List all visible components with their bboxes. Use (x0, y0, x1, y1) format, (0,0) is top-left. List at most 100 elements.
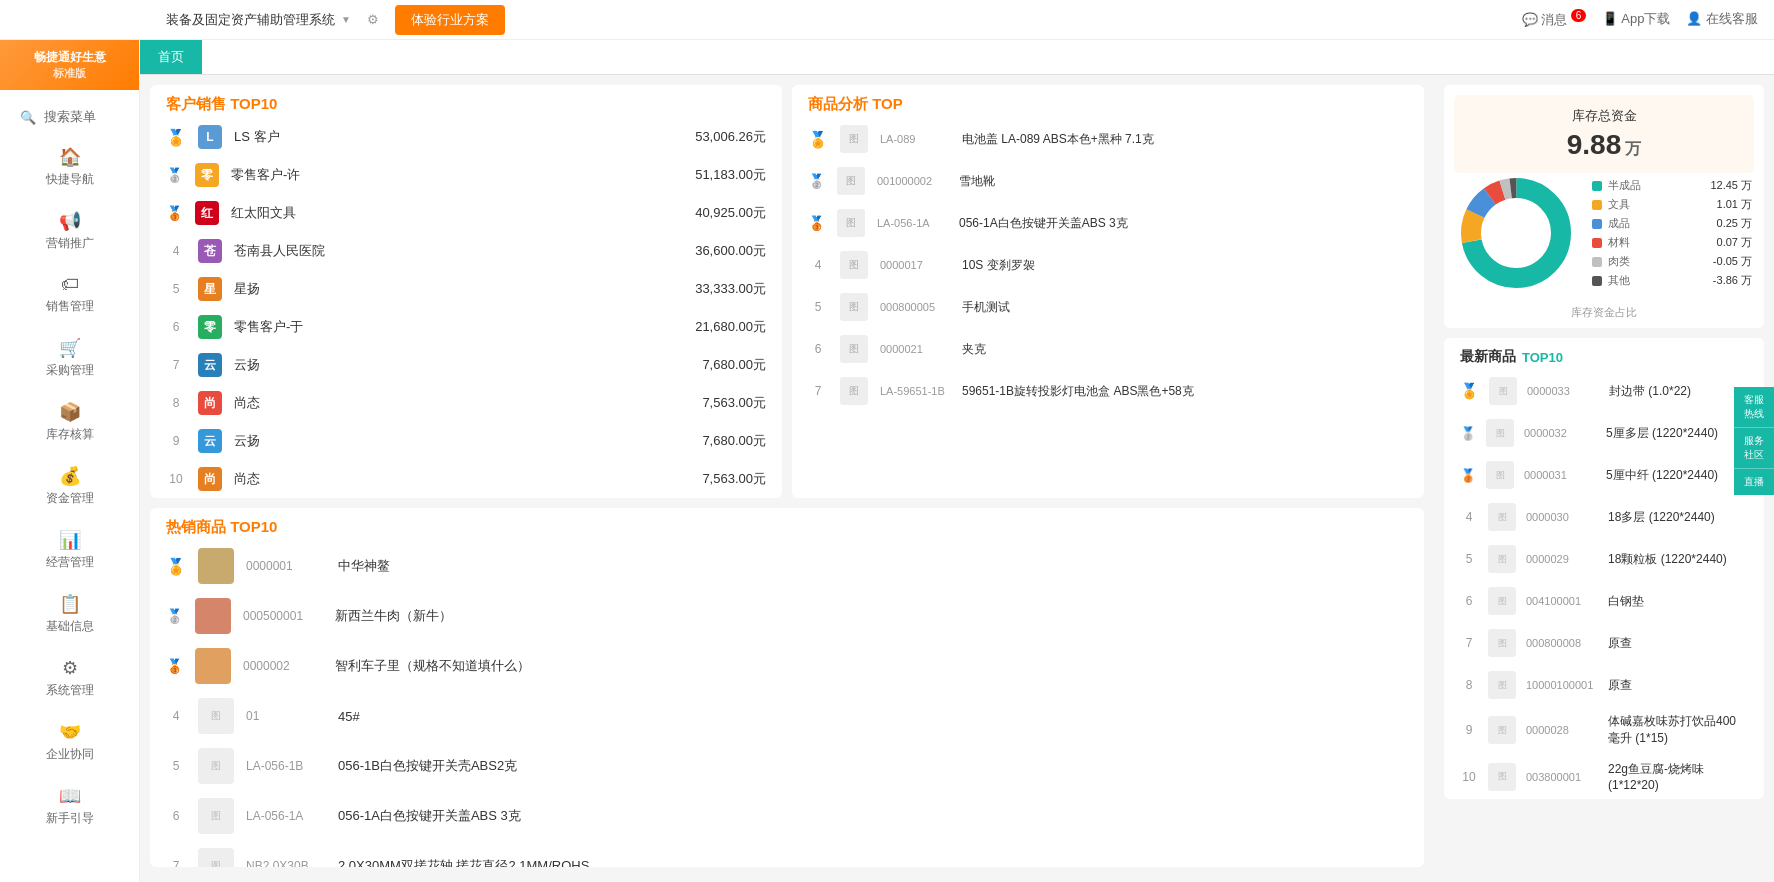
online-service-button[interactable]: 👤 在线客服 (1686, 10, 1758, 28)
sidebar-item-finance[interactable]: 💰 资金管理 (8, 455, 131, 517)
sidebar-item-quick-nav[interactable]: 🏠 快捷导航 (8, 136, 131, 198)
customer-row-2[interactable]: 🥈 零 零售客户-许 51,183.00元 (150, 156, 782, 194)
customer-row-10[interactable]: 10 尚 尚态 7,563.00元 (150, 460, 782, 498)
sidebar-search-label: 搜索菜单 (44, 108, 96, 126)
latest-name-2: 5厘多层 (1220*2440) (1606, 425, 1748, 442)
top-row: 客户销售 TOP10 🏅 L LS 客户 53,006.26元 (150, 85, 1424, 498)
sidebar-item-operations[interactable]: 📊 经营管理 (8, 519, 131, 581)
hot-row-6[interactable]: 6 图 LA-056-1A 056-1A白色按键开关盖ABS 3克 (150, 791, 1424, 841)
latest-row-8[interactable]: 8 图 10000100001 原查 (1444, 664, 1764, 706)
latest-row-5[interactable]: 5 图 0000029 18颗粒板 (1220*2440) (1444, 538, 1764, 580)
float-btn-live[interactable]: 直播 (1734, 469, 1774, 495)
latest-row-7[interactable]: 7 图 000800008 原查 (1444, 622, 1764, 664)
product-row-7[interactable]: 7 图 LA-59651-1B 59651-1B旋转投影灯电池盒 ABS黑色+5… (792, 370, 1424, 412)
latest-row-6[interactable]: 6 图 004100001 白钢垫 (1444, 580, 1764, 622)
latest-row-9[interactable]: 9 图 0000028 体碱嘉枚味苏打饮品400毫升 (1*15) (1444, 706, 1764, 754)
hot-row-1[interactable]: 🏅 0000001 中华神鳌 (150, 541, 1424, 591)
latest-row-4[interactable]: 4 图 0000030 18多层 (1220*2440) (1444, 496, 1764, 538)
sidebar-search[interactable]: 🔍 搜索菜单 (8, 100, 131, 134)
sidebar-item-system[interactable]: ⚙ 系统管理 (8, 647, 131, 709)
customer-top10-card: 客户销售 TOP10 🏅 L LS 客户 53,006.26元 (150, 85, 782, 498)
trial-button[interactable]: 体验行业方案 (395, 5, 505, 35)
prod-img-4: 图 (840, 251, 868, 279)
inventory-value-row: 9.88 万 (1567, 129, 1642, 161)
sidebar-item-label: 新手引导 (46, 810, 94, 827)
cooperation-icon: 🤝 (59, 721, 81, 743)
customer-amount-6: 21,680.00元 (695, 318, 766, 336)
hot-row-5[interactable]: 5 图 LA-056-1B 056-1B白色按键开关壳ABS2克 (150, 741, 1424, 791)
sidebar-item-guide[interactable]: 📖 新手引导 (8, 775, 131, 837)
prod-code-5: 000800005 (880, 301, 950, 313)
customer-row-3[interactable]: 🥉 红 红太阳文具 40,925.00元 (150, 194, 782, 232)
brand-line1: 畅捷通好生意 (34, 50, 106, 66)
float-btn-service[interactable]: 客服热线 (1734, 387, 1774, 428)
latest-row-10[interactable]: 10 图 003800001 22g鱼豆腐-烧烤味 (1*12*20) (1444, 754, 1764, 799)
latest-name-6: 白钢垫 (1608, 593, 1748, 610)
legend-value-5: -0.05 万 (1692, 254, 1752, 269)
latest-code-5: 0000029 (1526, 553, 1598, 565)
sidebar-item-sales[interactable]: 🏷 销售管理 (8, 264, 131, 325)
prod-medal-2: 🥈 (808, 173, 825, 189)
customer-row-5[interactable]: 5 星 星扬 33,333.00元 (150, 270, 782, 308)
customer-badge-4: 苍 (198, 239, 222, 263)
customer-row-1[interactable]: 🏅 L LS 客户 53,006.26元 (150, 118, 782, 156)
inventory-card: 库存总资金 9.88 万 (1444, 85, 1764, 328)
online-service-label: 在线客服 (1706, 11, 1758, 26)
latest-row-3[interactable]: 🥉 图 0000031 5厘中纤 (1220*2440) (1444, 454, 1764, 496)
topbar-left: 装备及固定资产辅助管理系统 ▼ ⚙ 体验行业方案 (16, 5, 505, 35)
message-button[interactable]: 💬 消息 6 (1522, 10, 1587, 29)
sidebar-item-basic-info[interactable]: 📋 基础信息 (8, 583, 131, 645)
latest-code-10: 003800001 (1526, 771, 1598, 783)
basic-info-icon: 📋 (59, 593, 81, 615)
customer-badge-6: 零 (198, 315, 222, 339)
customer-row-6[interactable]: 6 零 零售客户-于 21,680.00元 (150, 308, 782, 346)
hot-img-1 (198, 548, 234, 584)
tab-home[interactable]: 首页 (140, 40, 202, 74)
hot-code-7: NB2.0X30B (246, 859, 326, 867)
app-download-button[interactable]: 📱 App下载 (1602, 10, 1670, 28)
legend-dot-5 (1592, 257, 1602, 267)
customer-row-9[interactable]: 9 云 云扬 7,680.00元 (150, 422, 782, 460)
sidebar-item-cooperation[interactable]: 🤝 企业协同 (8, 711, 131, 773)
customer-top10-title-text: 客户销售 TOP10 (166, 95, 277, 112)
prod-name-4: 10S 变刹罗袈 (962, 257, 1408, 274)
product-row-6[interactable]: 6 图 0000021 夹克 (792, 328, 1424, 370)
latest-name-3: 5厘中纤 (1220*2440) (1606, 467, 1748, 484)
customer-name-2: 零售客户-许 (231, 166, 683, 184)
product-row-2[interactable]: 🥈 图 001000002 雪地靴 (792, 160, 1424, 202)
inventory-unit: 万 (1625, 139, 1641, 160)
hot-row-4[interactable]: 4 图 01 45# (150, 691, 1424, 741)
inventory-subtitle: 库存资金占比 (1444, 305, 1764, 328)
sidebar-item-inventory[interactable]: 📦 库存核算 (8, 391, 131, 453)
customer-badge-5: 星 (198, 277, 222, 301)
product-row-3[interactable]: 🥉 图 LA-056-1A 056-1A白色按键开关盖ABS 3克 (792, 202, 1424, 244)
product-row-1[interactable]: 🏅 图 LA-089 电池盖 LA-089 ABS本色+黑种 7.1克 (792, 118, 1424, 160)
dropdown-arrow-icon[interactable]: ▼ (341, 14, 351, 25)
home-icon: 🏠 (59, 146, 81, 168)
customer-row-8[interactable]: 8 尚 尚态 7,563.00元 (150, 384, 782, 422)
inventory-icon: 📦 (59, 401, 81, 423)
latest-row-1[interactable]: 🏅 图 0000033 封边带 (1.0*22) (1444, 370, 1764, 412)
product-row-4[interactable]: 4 图 0000017 10S 变刹罗袈 (792, 244, 1424, 286)
hot-name-1: 中华神鳌 (338, 557, 1408, 575)
hot-row-7[interactable]: 7 图 NB2.0X30B 2.0X30MM双搓花轴.搓花直径2.1MM/ROH… (150, 841, 1424, 867)
medal-icon-3: 🥉 (166, 205, 183, 221)
customer-row-7[interactable]: 7 云 云扬 7,680.00元 (150, 346, 782, 384)
customer-row-4[interactable]: 4 苍 苍南县人民医院 36,600.00元 (150, 232, 782, 270)
hot-row-2[interactable]: 🥈 000500001 新西兰牛肉（新牛） (150, 591, 1424, 641)
settings-button[interactable]: ⚙ (359, 6, 387, 34)
float-btn-community[interactable]: 服务社区 (1734, 428, 1774, 469)
message-label: 消息 (1541, 12, 1567, 27)
prod-code-4: 0000017 (880, 259, 950, 271)
latest-medal-1: 🏅 (1460, 382, 1479, 400)
product-row-5[interactable]: 5 图 000800005 手机测试 (792, 286, 1424, 328)
sales-icon: 🏷 (61, 274, 79, 295)
sidebar-item-marketing[interactable]: 📢 营销推广 (8, 200, 131, 262)
legend-label-5: 肉类 (1608, 254, 1630, 269)
latest-row-2[interactable]: 🥈 图 0000032 5厘多层 (1220*2440) (1444, 412, 1764, 454)
float-buttons: 客服热线 服务社区 直播 (1734, 387, 1774, 495)
product-analysis-list: 🏅 图 LA-089 电池盖 LA-089 ABS本色+黑种 7.1克 🥈 图 … (792, 118, 1424, 412)
sidebar-item-purchase[interactable]: 🛒 采购管理 (8, 327, 131, 389)
legend-dot-6 (1592, 276, 1602, 286)
hot-row-3[interactable]: 🥉 0000002 智利车子里（规格不知道填什么） (150, 641, 1424, 691)
